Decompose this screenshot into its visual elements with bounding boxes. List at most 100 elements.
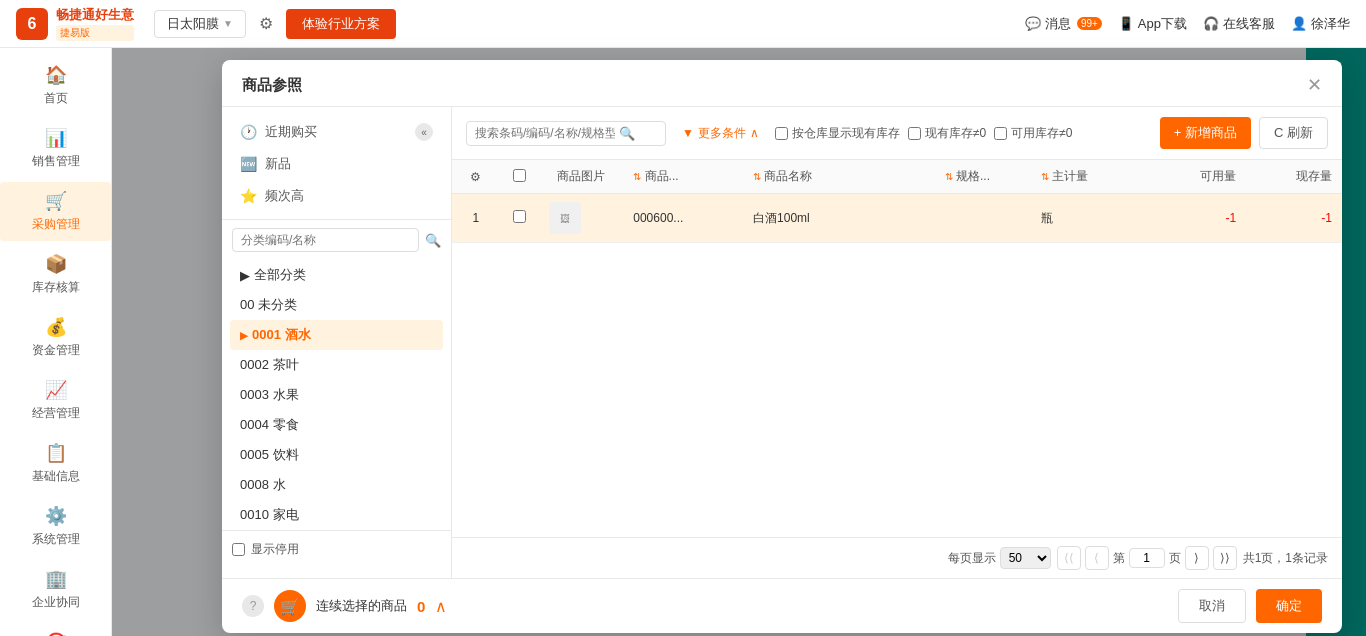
th-product-spec[interactable]: ⇅ 规格... [935,160,1031,194]
topbar: 6 畅捷通好生意 捷易版 日太阳膜 ▼ ⚙ 体验行业方案 💬 消息 99+ 📱 … [0,0,1366,48]
message-item[interactable]: 💬 消息 99+ [1025,15,1102,33]
sidebar-item-finance[interactable]: 💰 资金管理 [0,308,111,367]
th-stock[interactable]: 现存量 [1246,160,1342,194]
sidebar-item-enterprise[interactable]: 🏢 企业协同 [0,560,111,619]
table-row[interactable]: 1 🖼 000600... [452,194,1342,243]
category-0004[interactable]: 0004 零食 [230,410,443,440]
sales-icon: 📊 [45,127,67,149]
toolbar-actions: + 新增商品 C 刷新 [1160,117,1328,149]
logo-area: 6 畅捷通好生意 捷易版 [16,6,134,41]
per-page-dropdown[interactable]: 50 10 20 100 [1000,547,1051,569]
page-first-button[interactable]: ⟨⟨ [1057,546,1081,570]
modal-body: 🕐 近期购买 « 🆕 新品 ⭐ 频次高 [222,107,1342,578]
current-stock-checkbox[interactable] [908,127,921,140]
select-all-checkbox[interactable] [513,169,526,182]
checkbox-available-stock[interactable]: 可用库存≠0 [994,125,1072,142]
cat-label-0005: 0005 饮料 [240,446,299,464]
row-product-unit: 瓶 [1031,194,1127,243]
tab-recent-purchase[interactable]: 🕐 近期购买 « [230,117,443,147]
home-icon: 🏠 [45,64,67,86]
available-stock-checkbox[interactable] [994,127,1007,140]
category-tree: ▶ 全部分类 00 未分类 ▶ 0001 酒水 0002 茶 [222,260,451,530]
show-disabled-checkbox[interactable] [232,543,245,556]
category-0003[interactable]: 0003 水果 [230,380,443,410]
confirm-button[interactable]: 确定 [1256,589,1322,623]
category-0001[interactable]: ▶ 0001 酒水 [230,320,443,350]
refresh-button[interactable]: C 刷新 [1259,117,1328,149]
sidebar-item-sales[interactable]: 📊 销售管理 [0,119,111,178]
sort-icon-name: ⇅ [753,171,761,182]
page-next-button[interactable]: ⟩ [1185,546,1209,570]
help-icon[interactable]: ? [242,595,264,617]
page-number-input[interactable] [1129,548,1165,568]
th-img-label: 商品图片 [557,169,605,183]
logo-text: 畅捷通好生意 捷易版 [56,6,134,41]
th-available[interactable]: 可用量 [1126,160,1246,194]
cart-icon-button[interactable]: 🛒 [274,590,306,622]
collapse-button[interactable]: « [415,123,433,141]
collapse-up-icon[interactable]: ∧ [435,597,447,616]
cat-label-all: 全部分类 [254,266,306,284]
tab-frequent[interactable]: ⭐ 频次高 [230,181,443,211]
th-product-name[interactable]: ⇅ 商品名称 [743,160,935,194]
main-layout: 🏠 首页 📊 销售管理 🛒 采购管理 📦 库存核算 💰 资金管理 📈 经营管理 … [0,48,1366,636]
sidebar-item-operation[interactable]: 📈 经营管理 [0,371,111,430]
th-product-unit[interactable]: ⇅ 主计量 [1031,160,1127,194]
th-name-label: 商品名称 [764,169,812,183]
category-00[interactable]: 00 未分类 [230,290,443,320]
enterprise-icon: 🏢 [45,568,67,590]
category-0002[interactable]: 0002 茶叶 [230,350,443,380]
row-available-qty: -1 [1126,194,1246,243]
right-panel: 🔍 ▼ 更多条件 ∧ 按仓库显示现有库存 [452,107,1342,578]
category-all[interactable]: ▶ 全部分类 [230,260,443,290]
sidebar-item-inventory[interactable]: 📦 库存核算 [0,245,111,304]
category-0005[interactable]: 0005 饮料 [230,440,443,470]
tab-new-products[interactable]: 🆕 新品 [230,149,443,179]
sidebar-label-inventory: 库存核算 [32,279,80,296]
category-search-icon[interactable]: 🔍 [425,233,441,248]
demo-button[interactable]: 体验行业方案 [286,9,396,39]
tab-new-label: 新品 [265,155,291,173]
sidebar-item-guide[interactable]: 🎯 新手引导 [0,623,111,636]
table-header-row: ⚙ 商品图片 ⇅ 商品... [452,160,1342,194]
footer-actions: 取消 确定 [1178,589,1322,623]
category-0010[interactable]: 0010 家电 [230,500,443,530]
th-settings[interactable]: ⚙ [452,160,500,194]
search-icon[interactable]: 🔍 [619,126,635,141]
add-product-button[interactable]: + 新增商品 [1160,117,1251,149]
app-download-item[interactable]: 📱 App下载 [1118,15,1187,33]
stock-qty-value: -1 [1321,211,1332,225]
th-checkbox[interactable] [500,160,540,194]
modal-header: 商品参照 ✕ [222,60,1342,107]
row-select-checkbox[interactable] [513,210,526,223]
product-search-input[interactable] [475,126,615,140]
category-search-input[interactable] [232,228,419,252]
checkbox-current-stock[interactable]: 现有库存≠0 [908,125,986,142]
product-search-box[interactable]: 🔍 [466,121,666,146]
sidebar-item-system[interactable]: ⚙️ 系统管理 [0,497,111,556]
sidebar-label-sales: 销售管理 [32,153,80,170]
th-product-code[interactable]: ⇅ 商品... [623,160,743,194]
category-0008[interactable]: 0008 水 [230,470,443,500]
sidebar-item-purchase[interactable]: 🛒 采购管理 [0,182,111,241]
page-last-button[interactable]: ⟩⟩ [1213,546,1237,570]
sidebar-label-home: 首页 [44,90,68,107]
service-item[interactable]: 🎧 在线客服 [1203,15,1275,33]
user-item[interactable]: 👤 徐泽华 [1291,15,1350,33]
modal-close-button[interactable]: ✕ [1307,74,1322,96]
warehouse-stock-checkbox[interactable] [775,127,788,140]
available-stock-label: 可用库存≠0 [1011,125,1072,142]
row-checkbox[interactable] [500,194,540,243]
sidebar-item-home[interactable]: 🏠 首页 [0,56,111,115]
topbar-right: 💬 消息 99+ 📱 App下载 🎧 在线客服 👤 徐泽华 [1025,15,1350,33]
nav-select[interactable]: 日太阳膜 ▼ [154,10,246,38]
operation-icon: 📈 [45,379,67,401]
filter-button[interactable]: ▼ 更多条件 ∧ [674,121,767,146]
purchase-icon: 🛒 [45,190,67,212]
page-prev-button[interactable]: ⟨ [1085,546,1109,570]
cancel-button[interactable]: 取消 [1178,589,1246,623]
sidebar-item-basic-info[interactable]: 📋 基础信息 [0,434,111,493]
gear-icon[interactable]: ⚙ [250,8,282,40]
checkbox-warehouse-stock[interactable]: 按仓库显示现有库存 [775,125,900,142]
cart-label: 连续选择的商品 [316,597,407,615]
